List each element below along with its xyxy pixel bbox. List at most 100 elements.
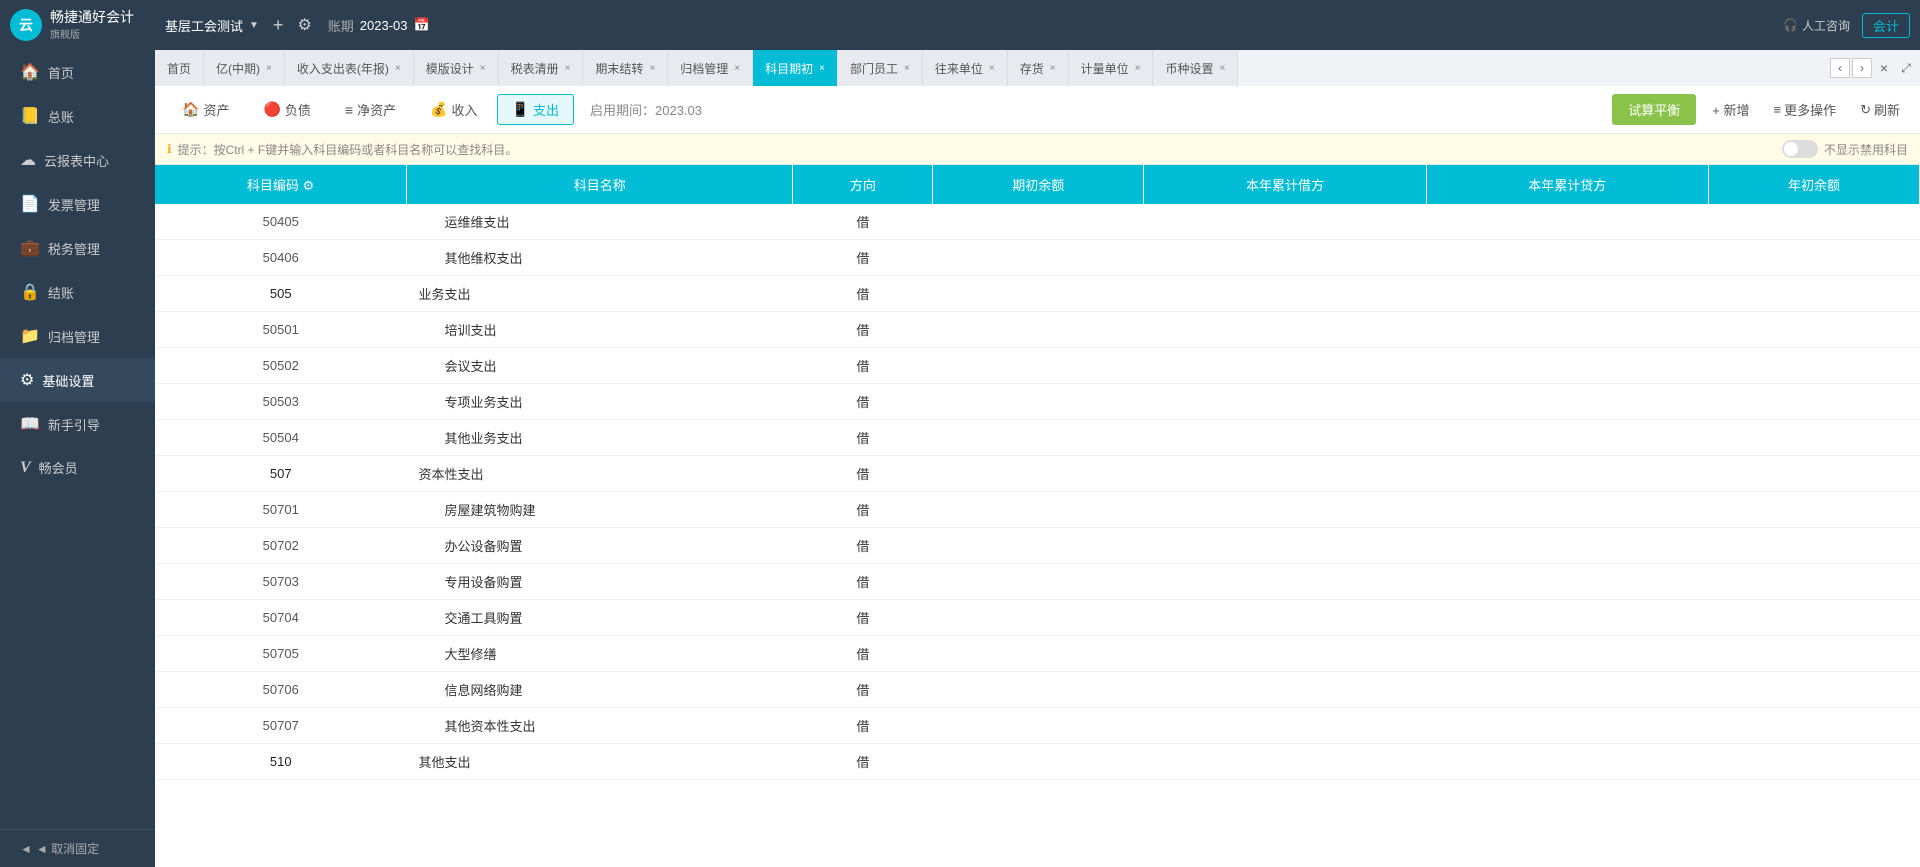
tab-close-icon[interactable]: × bbox=[1219, 63, 1225, 74]
cell-year-balance[interactable] bbox=[1708, 384, 1919, 420]
cell-debit[interactable] bbox=[1144, 348, 1426, 384]
table-row[interactable]: 50702 办公设备购置 借 bbox=[155, 528, 1920, 564]
tab-close-icon[interactable]: × bbox=[395, 63, 401, 74]
cell-year-balance[interactable] bbox=[1708, 528, 1919, 564]
account-badge[interactable]: 会计 bbox=[1862, 13, 1910, 38]
tab-close-icon[interactable]: × bbox=[266, 63, 272, 74]
table-row[interactable]: 507 资本性支出 借 bbox=[155, 456, 1920, 492]
cell-credit[interactable] bbox=[1426, 312, 1708, 348]
cell-debit[interactable] bbox=[1144, 528, 1426, 564]
cell-balance[interactable] bbox=[933, 528, 1144, 564]
cell-debit[interactable] bbox=[1144, 240, 1426, 276]
tab-subject-init[interactable]: 科目期初 × bbox=[753, 50, 838, 86]
cell-credit[interactable] bbox=[1426, 636, 1708, 672]
table-row[interactable]: 510 其他支出 借 bbox=[155, 744, 1920, 780]
cell-balance[interactable] bbox=[933, 276, 1144, 312]
cell-year-balance[interactable] bbox=[1708, 672, 1919, 708]
cell-year-balance[interactable] bbox=[1708, 240, 1919, 276]
table-row[interactable]: 50704 交通工具购置 借 bbox=[155, 600, 1920, 636]
table-row[interactable]: 50405 运维维支出 借 bbox=[155, 204, 1920, 240]
add-button[interactable]: + 新增 bbox=[1704, 95, 1757, 124]
cell-credit[interactable] bbox=[1426, 492, 1708, 528]
service-button[interactable]: 🎧 人工咨询 bbox=[1783, 17, 1850, 34]
cell-balance[interactable] bbox=[933, 204, 1144, 240]
tab-close-icon[interactable]: × bbox=[1050, 63, 1056, 74]
cell-credit[interactable] bbox=[1426, 276, 1708, 312]
tab-prev-button[interactable]: ‹ bbox=[1830, 58, 1850, 78]
sidebar-item-tax[interactable]: 💼 税务管理 bbox=[0, 226, 155, 270]
cell-balance[interactable] bbox=[933, 240, 1144, 276]
tab-inventory[interactable]: 存货 × bbox=[1008, 50, 1069, 86]
cell-year-balance[interactable] bbox=[1708, 204, 1919, 240]
tab-currency[interactable]: 币种设置 × bbox=[1153, 50, 1238, 86]
toggle-disabled-subjects[interactable] bbox=[1782, 140, 1818, 158]
tab-close-icon[interactable]: × bbox=[649, 63, 655, 74]
cell-debit[interactable] bbox=[1144, 744, 1426, 780]
sidebar-collapse[interactable]: ◄ ◄ 取消固定 bbox=[0, 829, 155, 867]
cell-balance[interactable] bbox=[933, 492, 1144, 528]
cell-debit[interactable] bbox=[1144, 384, 1426, 420]
sidebar-item-archive[interactable]: 📁 归档管理 bbox=[0, 314, 155, 358]
sidebar-item-guide[interactable]: 📖 新手引导 bbox=[0, 402, 155, 446]
cell-balance[interactable] bbox=[933, 456, 1144, 492]
tab-period-close[interactable]: 期末结转 × bbox=[583, 50, 668, 86]
cell-credit[interactable] bbox=[1426, 204, 1708, 240]
cell-credit[interactable] bbox=[1426, 744, 1708, 780]
table-container[interactable]: 科目编码 ⚙ 科目名称 方向 期初余额 本年累计借方 本年累计贷方 年初余额 5… bbox=[155, 165, 1920, 867]
cell-year-balance[interactable] bbox=[1708, 600, 1919, 636]
cell-year-balance[interactable] bbox=[1708, 636, 1919, 672]
tab-contacts[interactable]: 往来单位 × bbox=[923, 50, 1008, 86]
cell-balance[interactable] bbox=[933, 672, 1144, 708]
cell-credit[interactable] bbox=[1426, 564, 1708, 600]
sub-tab-net-assets[interactable]: ≡ 净资产 bbox=[330, 94, 411, 125]
cell-debit[interactable] bbox=[1144, 600, 1426, 636]
tab-expand-button[interactable]: ⤢ bbox=[1896, 58, 1916, 78]
sidebar-item-ledger[interactable]: 📒 总账 bbox=[0, 94, 155, 138]
table-row[interactable]: 50701 房屋建筑物购建 借 bbox=[155, 492, 1920, 528]
table-row[interactable]: 50501 培训支出 借 bbox=[155, 312, 1920, 348]
sub-tab-assets[interactable]: 🏠 资产 bbox=[167, 94, 244, 125]
cell-debit[interactable] bbox=[1144, 636, 1426, 672]
tab-close-icon[interactable]: × bbox=[819, 63, 825, 74]
tab-income-annual[interactable]: 收入支出表(年报) × bbox=[285, 50, 414, 86]
table-row[interactable]: 50502 会议支出 借 bbox=[155, 348, 1920, 384]
cell-year-balance[interactable] bbox=[1708, 564, 1919, 600]
cell-credit[interactable] bbox=[1426, 600, 1708, 636]
sidebar-item-close[interactable]: 🔒 结账 bbox=[0, 270, 155, 314]
tab-unit[interactable]: 计量单位 × bbox=[1069, 50, 1154, 86]
cell-balance[interactable] bbox=[933, 600, 1144, 636]
cell-year-balance[interactable] bbox=[1708, 348, 1919, 384]
more-ops-button[interactable]: ≡ 更多操作 bbox=[1765, 95, 1844, 124]
table-row[interactable]: 50504 其他业务支出 借 bbox=[155, 420, 1920, 456]
cell-credit[interactable] bbox=[1426, 708, 1708, 744]
tab-close-icon[interactable]: × bbox=[480, 63, 486, 74]
tab-close-icon[interactable]: × bbox=[989, 63, 995, 74]
tab-home[interactable]: 首页 bbox=[155, 50, 204, 86]
cell-year-balance[interactable] bbox=[1708, 492, 1919, 528]
cell-debit[interactable] bbox=[1144, 456, 1426, 492]
cell-balance[interactable] bbox=[933, 312, 1144, 348]
table-row[interactable]: 505 业务支出 借 bbox=[155, 276, 1920, 312]
cell-debit[interactable] bbox=[1144, 204, 1426, 240]
cell-year-balance[interactable] bbox=[1708, 312, 1919, 348]
cell-debit[interactable] bbox=[1144, 276, 1426, 312]
cell-debit[interactable] bbox=[1144, 708, 1426, 744]
cell-debit[interactable] bbox=[1144, 492, 1426, 528]
cell-credit[interactable] bbox=[1426, 348, 1708, 384]
cell-year-balance[interactable] bbox=[1708, 276, 1919, 312]
tab-tax[interactable]: 税表清册 × bbox=[499, 50, 584, 86]
cell-balance[interactable] bbox=[933, 564, 1144, 600]
tab-close-icon[interactable]: × bbox=[904, 63, 910, 74]
cell-balance[interactable] bbox=[933, 744, 1144, 780]
table-row[interactable]: 50705 大型修缮 借 bbox=[155, 636, 1920, 672]
table-row[interactable]: 50707 其他资本性支出 借 bbox=[155, 708, 1920, 744]
sidebar-item-home[interactable]: 🏠 首页 bbox=[0, 50, 155, 94]
table-row[interactable]: 50406 其他维权支出 借 bbox=[155, 240, 1920, 276]
cell-debit[interactable] bbox=[1144, 312, 1426, 348]
cell-credit[interactable] bbox=[1426, 672, 1708, 708]
cell-credit[interactable] bbox=[1426, 384, 1708, 420]
cell-balance[interactable] bbox=[933, 384, 1144, 420]
tab-close-icon[interactable]: × bbox=[1135, 63, 1141, 74]
sub-tab-liabilities[interactable]: 🔴 负债 bbox=[248, 94, 325, 125]
table-row[interactable]: 50703 专用设备购置 借 bbox=[155, 564, 1920, 600]
